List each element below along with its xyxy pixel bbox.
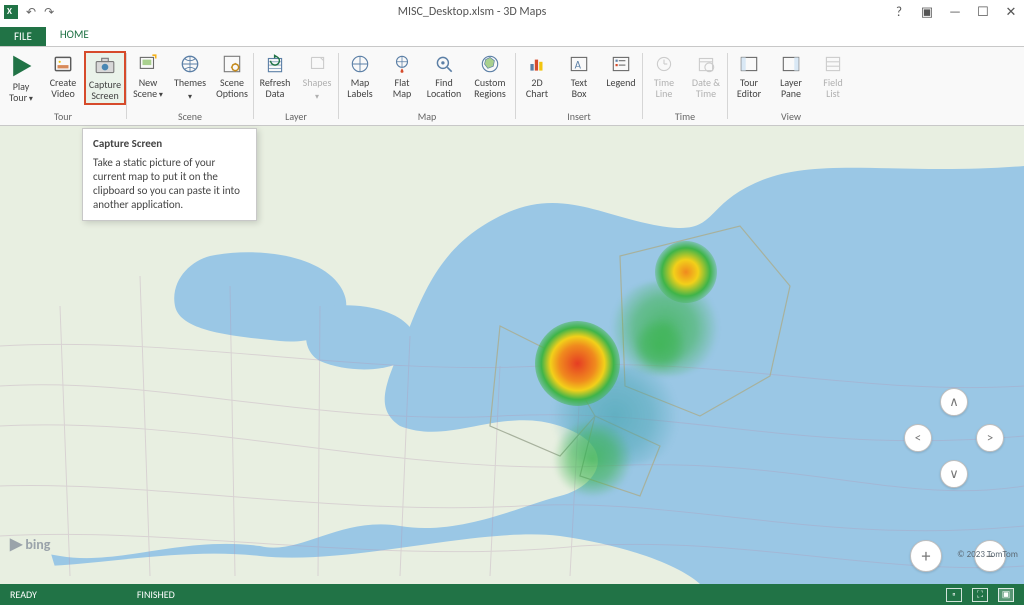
play-icon bbox=[6, 53, 36, 79]
map-copyright: © 2023 TomTom bbox=[957, 549, 1018, 560]
tab-home[interactable]: HOME bbox=[46, 25, 103, 46]
layer-pane-button[interactable]: Layer Pane bbox=[770, 51, 812, 101]
custom-regions-button[interactable]: Custom Regions bbox=[465, 51, 515, 101]
legend-icon bbox=[608, 53, 634, 75]
tab-strip: FILE HOME bbox=[0, 24, 1024, 46]
status-bar: READY FINISHED ▫ ⛶ ▣ bbox=[0, 584, 1024, 605]
tilt-down-button[interactable]: ∨ bbox=[940, 460, 968, 488]
globe-themes-icon bbox=[177, 53, 203, 75]
textbox-icon: A bbox=[566, 53, 592, 75]
bing-icon: ▶ bbox=[10, 534, 22, 554]
statusbar-view1-button[interactable]: ▫ bbox=[946, 588, 962, 602]
map-nav-controls: ∧ < > ∨ bbox=[904, 424, 1004, 524]
close-icon[interactable]: ✕ bbox=[1002, 5, 1020, 20]
tilt-up-button[interactable]: ∧ bbox=[940, 388, 968, 416]
layer-pane-icon bbox=[778, 53, 804, 75]
tooltip-capture-screen: Capture Screen Take a static picture of … bbox=[82, 128, 257, 221]
undo-icon[interactable]: ↶ bbox=[26, 5, 36, 20]
flat-map-button[interactable]: Flat Map bbox=[381, 51, 423, 101]
refresh-data-button[interactable]: Refresh Data bbox=[254, 51, 296, 101]
minimize-icon[interactable]: — bbox=[946, 5, 964, 20]
new-scene-icon bbox=[135, 53, 161, 75]
text-box-button[interactable]: A Text Box bbox=[558, 51, 600, 101]
field-list-button: Field List bbox=[812, 51, 854, 101]
group-map-label: Map bbox=[339, 110, 515, 125]
timeline-button: Time Line bbox=[643, 51, 685, 101]
help-icon[interactable]: ? bbox=[890, 5, 908, 20]
status-ready: READY bbox=[10, 588, 37, 601]
heat-hotspot bbox=[535, 321, 620, 406]
play-tour-button[interactable]: Play Tour bbox=[0, 51, 42, 107]
datetime-button: Date & Time bbox=[685, 51, 727, 101]
excel-icon bbox=[4, 5, 18, 19]
flat-map-icon bbox=[389, 53, 415, 75]
rotate-right-button[interactable]: > bbox=[976, 424, 1004, 452]
group-time-label: Time bbox=[643, 110, 727, 125]
redo-icon[interactable]: ↷ bbox=[44, 5, 54, 20]
heat-blob bbox=[550, 421, 635, 496]
heat-hotspot bbox=[655, 241, 717, 303]
scene-options-button[interactable]: Scene Options bbox=[211, 51, 253, 101]
new-scene-button[interactable]: New Scene bbox=[127, 51, 169, 103]
tooltip-body: Take a static picture of your current ma… bbox=[93, 156, 246, 212]
ribbon: Play Tour Create Video Capture Screen To… bbox=[0, 46, 1024, 126]
find-location-icon bbox=[431, 53, 457, 75]
window-title: MISC_Desktop.xlsm - 3D Maps bbox=[54, 5, 890, 19]
themes-button[interactable]: Themes bbox=[169, 51, 211, 105]
maximize-icon[interactable]: ☐ bbox=[974, 5, 992, 20]
custom-regions-icon bbox=[477, 53, 503, 75]
svg-text:A: A bbox=[575, 58, 582, 71]
bing-logo: ▶ bing bbox=[10, 534, 50, 554]
video-icon bbox=[50, 53, 76, 75]
tour-editor-icon bbox=[736, 53, 762, 75]
camera-icon bbox=[92, 55, 118, 77]
map-labels-icon bbox=[347, 53, 373, 75]
datetime-icon bbox=[693, 53, 719, 75]
zoom-in-button[interactable]: + bbox=[910, 540, 942, 572]
field-list-icon bbox=[820, 53, 846, 75]
group-layer-label: Layer bbox=[254, 110, 338, 125]
group-tour-label: Tour bbox=[0, 110, 126, 125]
status-finished: FINISHED bbox=[137, 588, 175, 601]
tab-file[interactable]: FILE bbox=[0, 27, 46, 46]
ribbon-options-icon[interactable]: ▣ bbox=[918, 5, 936, 20]
find-location-button[interactable]: Find Location bbox=[423, 51, 465, 101]
shapes-icon bbox=[304, 53, 330, 75]
chart-icon bbox=[524, 53, 550, 75]
legend-button[interactable]: Legend bbox=[600, 51, 642, 90]
titlebar: ↶ ↷ MISC_Desktop.xlsm - 3D Maps ? ▣ — ☐ … bbox=[0, 0, 1024, 24]
map-labels-button[interactable]: Map Labels bbox=[339, 51, 381, 101]
capture-screen-button[interactable]: Capture Screen bbox=[84, 51, 126, 105]
statusbar-view2-button[interactable]: ⛶ bbox=[972, 588, 988, 602]
tooltip-title: Capture Screen bbox=[93, 137, 246, 150]
create-video-button[interactable]: Create Video bbox=[42, 51, 84, 101]
refresh-icon bbox=[262, 53, 288, 75]
heat-blob bbox=[632, 318, 687, 373]
timeline-icon bbox=[651, 53, 677, 75]
shapes-button: Shapes bbox=[296, 51, 338, 105]
scene-options-icon bbox=[219, 53, 245, 75]
group-scene-label: Scene bbox=[127, 110, 253, 125]
2d-chart-button[interactable]: 2D Chart bbox=[516, 51, 558, 101]
rotate-left-button[interactable]: < bbox=[904, 424, 932, 452]
group-insert-label: Insert bbox=[516, 110, 642, 125]
group-view-label: View bbox=[728, 110, 854, 125]
tour-editor-button[interactable]: Tour Editor bbox=[728, 51, 770, 101]
statusbar-view3-button[interactable]: ▣ bbox=[998, 588, 1014, 602]
